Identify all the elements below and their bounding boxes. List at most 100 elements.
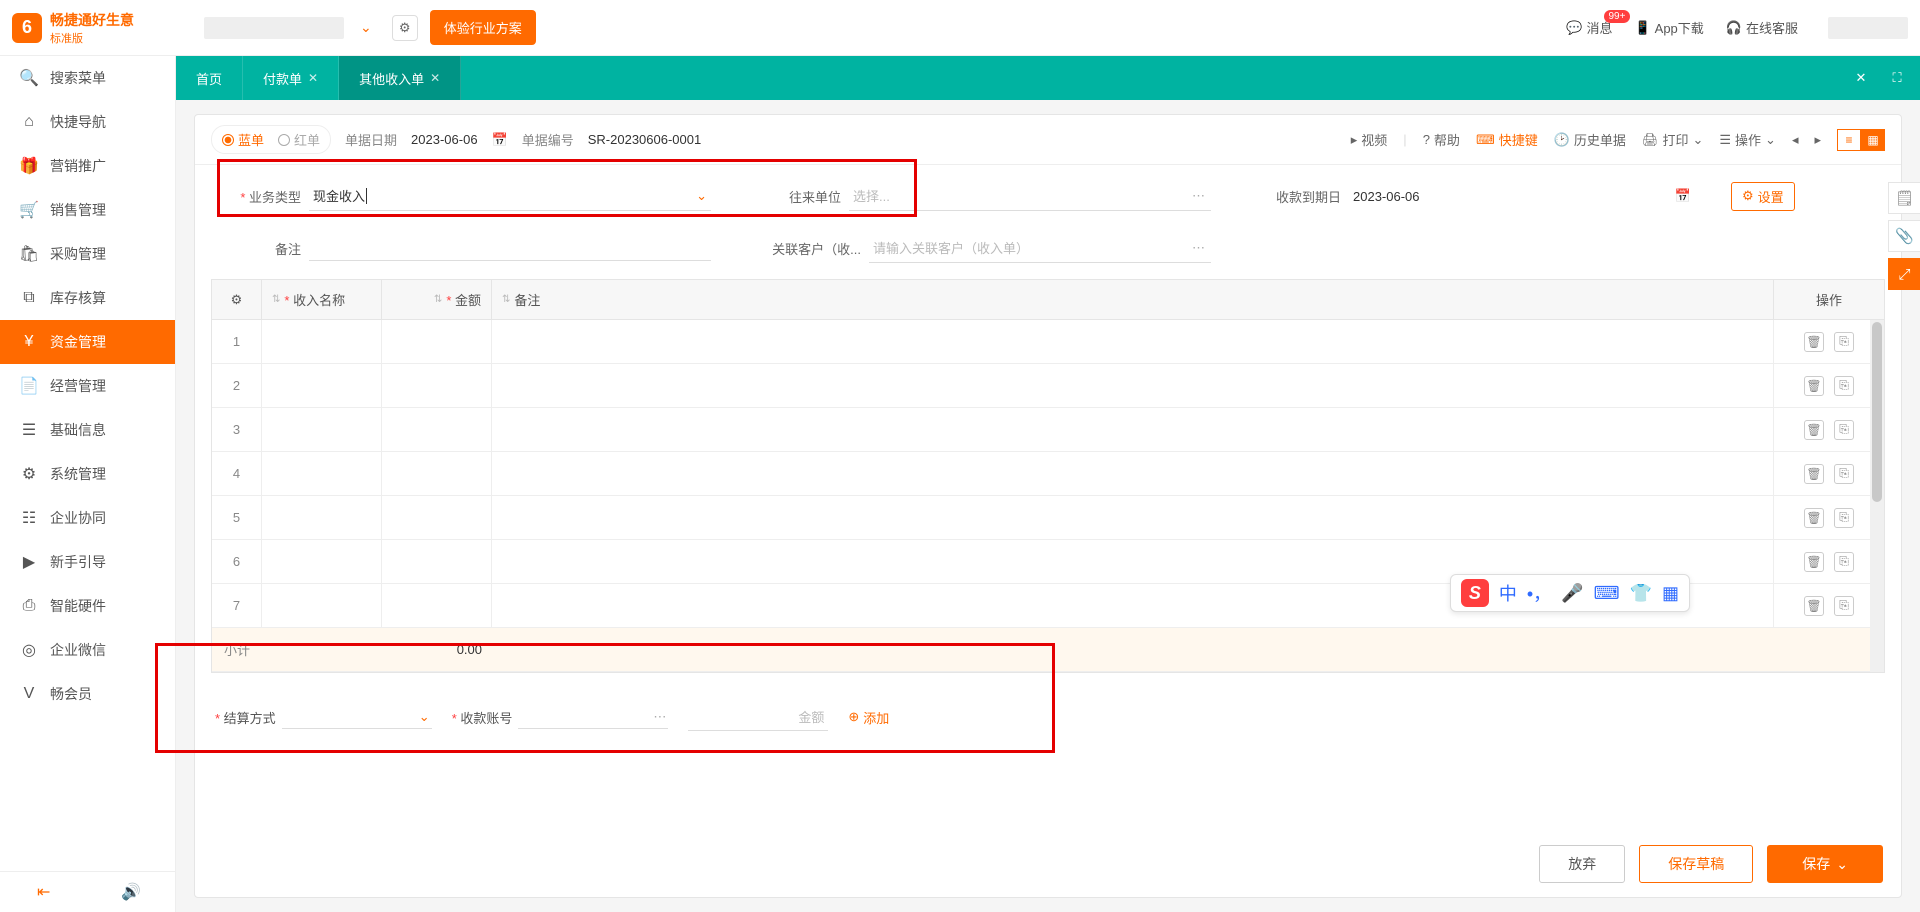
sidebar-collapse-button[interactable]: ⇤ xyxy=(0,872,88,912)
print-button[interactable]: 🖨打印⌄ xyxy=(1642,130,1703,149)
sidebar-item-funds[interactable]: ¥资金管理 xyxy=(0,320,175,364)
settings-gear-button[interactable]: ⚙ xyxy=(392,15,418,41)
shortcut-button[interactable]: ⌨快捷键 xyxy=(1476,130,1538,149)
ime-toolbox-icon[interactable]: ▦ xyxy=(1662,583,1679,604)
copy-row-button[interactable]: ⎘ xyxy=(1834,376,1854,396)
online-service-button[interactable]: 🎧 在线客服 xyxy=(1726,18,1798,37)
sidebar-item-basic-info[interactable]: ☰基础信息 xyxy=(0,408,175,452)
copy-row-button[interactable]: ⎘ xyxy=(1834,464,1854,484)
cell-amount[interactable] xyxy=(382,540,492,583)
close-icon[interactable]: ✕ xyxy=(430,71,440,85)
settings-button[interactable]: ⚙设置 xyxy=(1731,182,1795,211)
calendar-icon[interactable]: 📅 xyxy=(492,132,508,148)
col-remark[interactable]: ⇅备注 xyxy=(492,280,1774,319)
delete-row-button[interactable]: 🗑 xyxy=(1804,508,1824,528)
view-form-button[interactable]: ▦ xyxy=(1861,129,1885,151)
table-row[interactable]: 3🗑⎘ xyxy=(212,408,1884,452)
help-button[interactable]: ?帮助 xyxy=(1423,130,1460,149)
ime-keyboard-icon[interactable]: ⌨ xyxy=(1594,583,1620,604)
rail-expand-button[interactable]: ⤢ xyxy=(1888,258,1920,290)
col-settings-button[interactable]: ⚙ xyxy=(212,280,262,319)
ime-skin-icon[interactable]: 👕 xyxy=(1630,583,1652,604)
save-draft-button[interactable]: 保存草稿 xyxy=(1639,845,1753,883)
app-download-button[interactable]: 📱 App下载 xyxy=(1634,18,1703,37)
unit-input[interactable]: 选择... ⋯ xyxy=(849,181,1211,211)
cell-amount[interactable] xyxy=(382,584,492,627)
more-icon[interactable]: ⋯ xyxy=(1192,188,1207,204)
ime-punct-icon[interactable]: •， xyxy=(1527,580,1551,606)
cell-remark[interactable] xyxy=(492,408,1774,451)
rel-input[interactable]: 请输入关联客户（收入单） ⋯ xyxy=(869,233,1211,263)
org-selector[interactable]: ⌄ xyxy=(204,17,372,39)
cell-income[interactable] xyxy=(262,320,382,363)
cell-income[interactable] xyxy=(262,584,382,627)
messages-button[interactable]: 💬 消息 99+ xyxy=(1566,18,1612,37)
delete-row-button[interactable]: 🗑 xyxy=(1804,596,1824,616)
cell-income[interactable] xyxy=(262,540,382,583)
col-amount[interactable]: ⇅金额 xyxy=(382,280,492,319)
sidebar-item-member[interactable]: V畅会员 xyxy=(0,672,175,716)
cell-remark[interactable] xyxy=(492,320,1774,363)
remark-input[interactable] xyxy=(309,235,711,261)
sidebar-item-quick-nav[interactable]: ⌂快捷导航 xyxy=(0,100,175,144)
sidebar-item-purchase[interactable]: 🛍采购管理 xyxy=(0,232,175,276)
table-scrollbar[interactable] xyxy=(1870,320,1884,672)
tabs-close-all-button[interactable]: ✕ xyxy=(1844,61,1878,95)
copy-row-button[interactable]: ⎘ xyxy=(1834,420,1854,440)
sidebar-item-wechat[interactable]: ◎企业微信 xyxy=(0,628,175,672)
cell-income[interactable] xyxy=(262,364,382,407)
delete-row-button[interactable]: 🗑 xyxy=(1804,332,1824,352)
sidebar-sound-button[interactable]: 🔊 xyxy=(88,872,176,912)
calendar-icon[interactable]: 📅 xyxy=(1675,188,1691,204)
sidebar-item-system[interactable]: ⚙系统管理 xyxy=(0,452,175,496)
add-settlement-button[interactable]: ⊕添加 xyxy=(848,708,889,727)
doc-date-value[interactable]: 2023-06-06 xyxy=(411,132,478,147)
ime-mic-icon[interactable]: 🎤 xyxy=(1561,583,1583,604)
tabs-fullscreen-button[interactable]: ⛶ xyxy=(1880,61,1914,95)
cell-income[interactable] xyxy=(262,452,382,495)
col-income-name[interactable]: ⇅收入名称 xyxy=(262,280,382,319)
cell-amount[interactable] xyxy=(382,320,492,363)
cell-amount[interactable] xyxy=(382,408,492,451)
delete-row-button[interactable]: 🗑 xyxy=(1804,420,1824,440)
settle-amount-input[interactable]: 金额 xyxy=(688,703,828,731)
sidebar-item-hardware[interactable]: ⎙智能硬件 xyxy=(0,584,175,628)
settle-method-input[interactable]: ⌄ xyxy=(282,705,432,729)
table-row[interactable]: 5🗑⎘ xyxy=(212,496,1884,540)
settle-account-input[interactable]: ⋯ xyxy=(518,705,668,729)
rail-note-button[interactable]: 🗒 xyxy=(1888,182,1920,214)
delete-row-button[interactable]: 🗑 xyxy=(1804,376,1824,396)
prev-doc-button[interactable]: ◂ xyxy=(1792,132,1799,148)
radio-blue[interactable]: 蓝单 xyxy=(222,130,264,149)
radio-red[interactable]: 红单 xyxy=(278,130,320,149)
cell-amount[interactable] xyxy=(382,496,492,539)
sidebar-item-business[interactable]: 📄经营管理 xyxy=(0,364,175,408)
copy-row-button[interactable]: ⎘ xyxy=(1834,596,1854,616)
copy-row-button[interactable]: ⎘ xyxy=(1834,552,1854,572)
tab-other-income[interactable]: 其他收入单✕ xyxy=(339,56,461,100)
tab-home[interactable]: 首页 xyxy=(176,56,243,100)
video-button[interactable]: ▸视频 xyxy=(1351,130,1388,149)
table-row[interactable]: 4🗑⎘ xyxy=(212,452,1884,496)
cell-amount[interactable] xyxy=(382,452,492,495)
copy-row-button[interactable]: ⎘ xyxy=(1834,508,1854,528)
due-input[interactable]: 2023-06-06 xyxy=(1349,183,1667,209)
copy-row-button[interactable]: ⎘ xyxy=(1834,332,1854,352)
cell-income[interactable] xyxy=(262,408,382,451)
cell-remark[interactable] xyxy=(492,364,1774,407)
save-button[interactable]: 保存 ⌄ xyxy=(1767,845,1883,883)
tab-payment[interactable]: 付款单✕ xyxy=(243,56,339,100)
cell-remark[interactable] xyxy=(492,452,1774,495)
sidebar-item-marketing[interactable]: 🎁营销推广 xyxy=(0,144,175,188)
close-icon[interactable]: ✕ xyxy=(308,71,318,85)
next-doc-button[interactable]: ▸ xyxy=(1814,132,1821,148)
cell-remark[interactable] xyxy=(492,496,1774,539)
sidebar-item-search-menu[interactable]: 🔍搜索菜单 xyxy=(0,56,175,100)
sidebar-item-collab[interactable]: ☷企业协同 xyxy=(0,496,175,540)
discard-button[interactable]: 放弃 xyxy=(1539,845,1625,883)
delete-row-button[interactable]: 🗑 xyxy=(1804,464,1824,484)
biztype-input[interactable]: 现金收入 ⌄ xyxy=(309,181,711,211)
sidebar-item-newbie[interactable]: ▶新手引导 xyxy=(0,540,175,584)
cell-amount[interactable] xyxy=(382,364,492,407)
table-row[interactable]: 2🗑⎘ xyxy=(212,364,1884,408)
